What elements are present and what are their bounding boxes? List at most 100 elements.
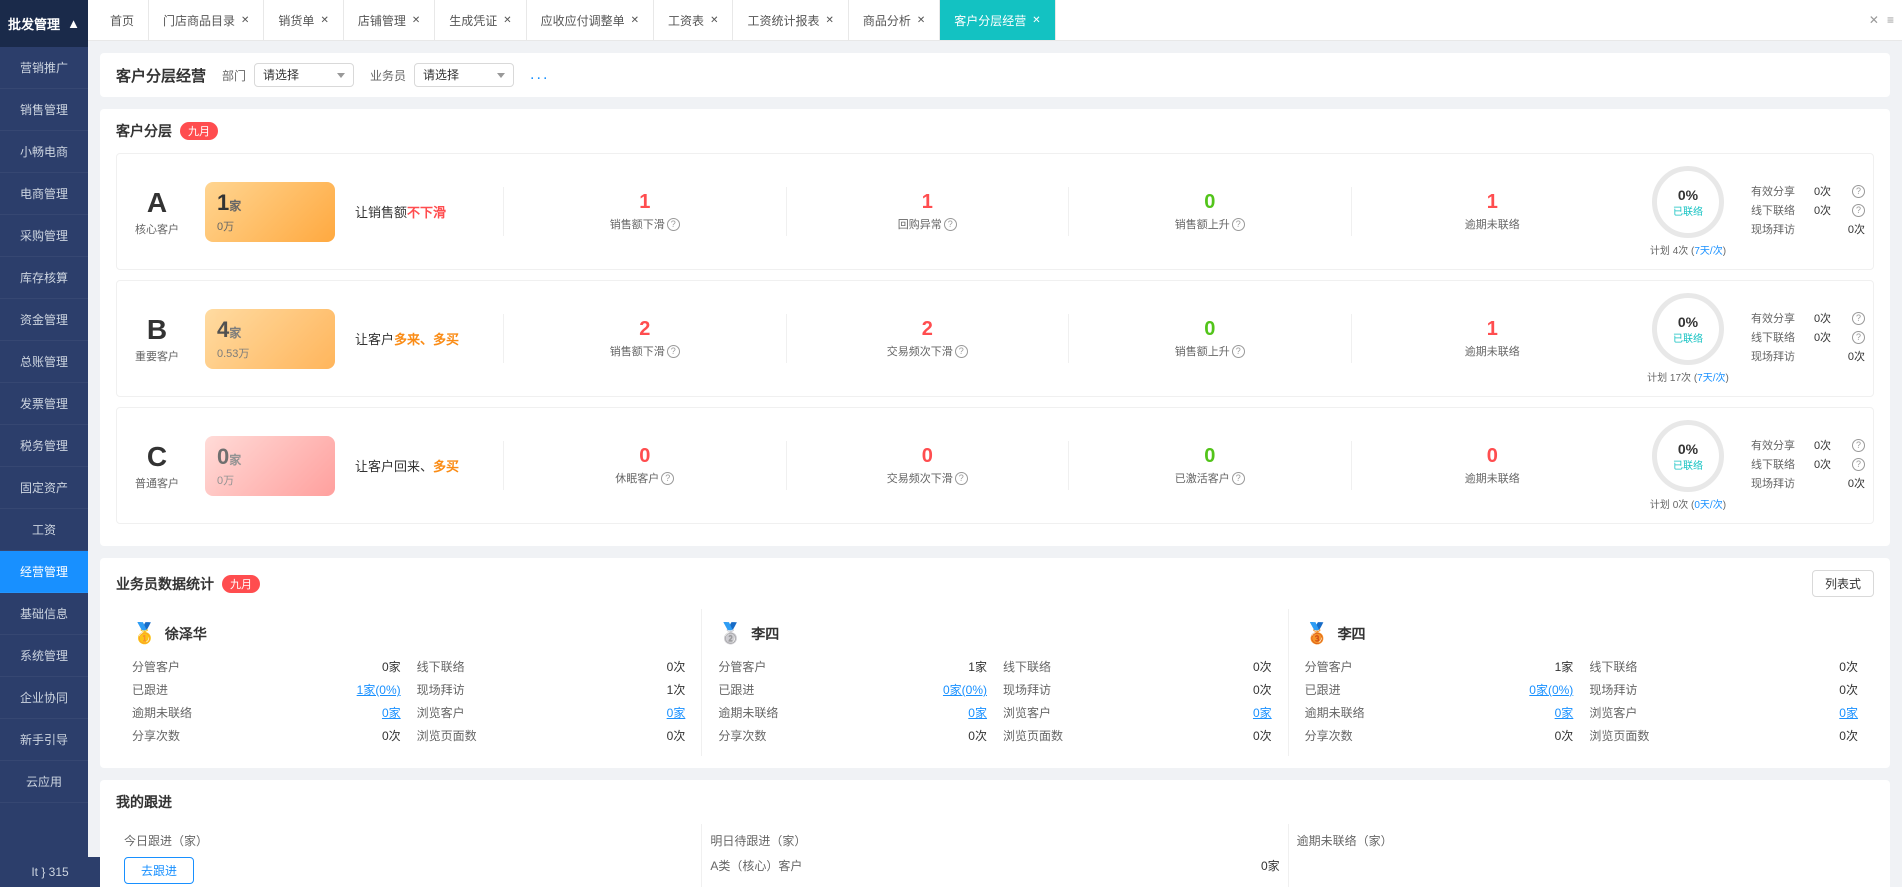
sidebar-toggle-icon[interactable]: ▲ xyxy=(67,16,80,31)
followup-header: 我的跟进 xyxy=(116,792,1874,812)
staff-stat: 浏览客户 0家 xyxy=(1003,704,1272,721)
tab-close-icon[interactable]: ✕ xyxy=(917,15,925,26)
plan-link[interactable]: 0天/次 xyxy=(1694,500,1722,511)
staff-name-row: 🥈李四 xyxy=(718,621,1271,646)
tab-close-icon[interactable]: ✕ xyxy=(710,15,718,26)
sidebar-item-电商管理[interactable]: 电商管理 xyxy=(0,173,88,215)
sidebar-item-小畅电商[interactable]: 小畅电商 xyxy=(0,131,88,173)
tab-工资表[interactable]: 工资表 ✕ xyxy=(654,0,733,40)
tab-店铺管理[interactable]: 店铺管理✕ xyxy=(344,0,435,40)
info-icon[interactable]: ? xyxy=(1232,472,1245,485)
tab-close-icon[interactable]: ✕ xyxy=(631,15,639,26)
sidebar-item-总账管理[interactable]: 总账管理 xyxy=(0,341,88,383)
info-icon[interactable]: ? xyxy=(661,472,674,485)
plan-link[interactable]: 7天/次 xyxy=(1694,246,1722,257)
tier-right-stats-A: 有效分享0次?线下联络0次?现场拜访0次 xyxy=(1743,183,1873,240)
sidebar-item-营销推广[interactable]: 营销推广 xyxy=(0,47,88,89)
sidebar-item-工资[interactable]: 工资 xyxy=(0,509,88,551)
sidebar-item-发票管理[interactable]: 发票管理 xyxy=(0,383,88,425)
tier-slogan-A: 让销售额不下滑 xyxy=(343,202,503,221)
tab-应收应付调整单[interactable]: 应收应付调整单✕ xyxy=(527,0,654,40)
followup-col-title: 明日待跟进（家） xyxy=(710,832,1279,849)
staff-stat-label: 浏览客户 xyxy=(1003,704,1051,721)
sidebar-item-销售管理[interactable]: 销售管理 xyxy=(0,89,88,131)
info-icon[interactable]: ? xyxy=(1852,204,1865,217)
sidebar-item-云应用[interactable]: 云应用 xyxy=(0,761,88,803)
tab-close-icon[interactable]: ✕ xyxy=(320,15,328,26)
sidebar-item-经营管理[interactable]: 经营管理 xyxy=(0,551,88,593)
info-icon[interactable]: ? xyxy=(1852,458,1865,471)
staff-stat-label: 现场拜访 xyxy=(1589,681,1637,698)
tier-circle-area-C: 0% 已联络 计划 0次 (0天/次) xyxy=(1633,420,1743,511)
tab-商品分析[interactable]: 商品分析✕ xyxy=(849,0,940,40)
filter-more-btn[interactable]: ... xyxy=(530,66,549,84)
sidebar-header[interactable]: 批发管理 ▲ xyxy=(0,0,88,47)
list-view-btn[interactable]: 列表式 xyxy=(1812,570,1874,597)
sidebar-item-系统管理[interactable]: 系统管理 xyxy=(0,635,88,677)
staff-stat-val[interactable]: 0家 xyxy=(667,704,686,721)
dept-select[interactable]: 请选择 xyxy=(254,63,354,87)
more-tabs-icon[interactable]: ≡ xyxy=(1887,13,1894,27)
tab-客户分层经营[interactable]: 客户分层经营✕ xyxy=(940,0,1055,40)
info-icon[interactable]: ? xyxy=(1232,345,1245,358)
sidebar-item-固定资产[interactable]: 固定资产 xyxy=(0,467,88,509)
tab-close-icon[interactable]: ✕ xyxy=(825,15,833,26)
followup-go-btn[interactable]: 去跟进 xyxy=(124,857,194,884)
staff-stat-val[interactable]: 0家(0%) xyxy=(943,681,987,698)
info-icon[interactable]: ? xyxy=(955,472,968,485)
staff-stat-val[interactable]: 0家 xyxy=(1253,704,1272,721)
tab-门店商品目录[interactable]: 门店商品目录✕ xyxy=(149,0,264,40)
tab-close-icon[interactable]: ✕ xyxy=(241,15,249,26)
tier-stat-label: 销售额上升? xyxy=(1077,343,1343,359)
staff-medal-icon: 🥈 xyxy=(718,621,743,646)
info-icon[interactable]: ? xyxy=(955,345,968,358)
tab-销货单[interactable]: 销货单✕ xyxy=(264,0,343,40)
sidebar-item-采购管理[interactable]: 采购管理 xyxy=(0,215,88,257)
info-icon[interactable]: ? xyxy=(667,218,680,231)
tab-工资统计报表[interactable]: 工资统计报表✕ xyxy=(733,0,848,40)
tier-label-B: B重要客户 xyxy=(117,314,197,364)
staff-stat-val[interactable]: 0家 xyxy=(382,704,401,721)
staff-stat-val[interactable]: 1家(0%) xyxy=(357,681,401,698)
staff-stat-val[interactable]: 0家(0%) xyxy=(1529,681,1573,698)
close-all-tabs-icon[interactable]: ✕ xyxy=(1869,13,1879,27)
info-icon[interactable]: ? xyxy=(1852,331,1865,344)
tier-stat-item: 1逾期未联络 xyxy=(1351,314,1634,363)
info-icon[interactable]: ? xyxy=(1232,218,1245,231)
tier-circle: 0% 已联络 xyxy=(1652,293,1724,365)
staff-stat-val: 0次 xyxy=(1555,727,1574,744)
tier-slogan-C: 让客户回来、多买 xyxy=(343,456,503,475)
customer-month-badge: 九月 xyxy=(180,122,218,140)
tab-close-icon[interactable]: ✕ xyxy=(412,15,420,26)
sidebar-item-库存核算[interactable]: 库存核算 xyxy=(0,257,88,299)
sidebar-title: 批发管理 xyxy=(8,14,60,33)
info-icon[interactable]: ? xyxy=(1852,185,1865,198)
tier-stat-item: 0休眠客户? xyxy=(503,441,786,490)
tab-close-icon[interactable]: ✕ xyxy=(503,15,511,26)
staff-select[interactable]: 请选择 xyxy=(414,63,514,87)
sidebar-item-新手引导[interactable]: 新手引导 xyxy=(0,719,88,761)
biz-month-badge: 九月 xyxy=(222,575,260,593)
tab-close-icon[interactable]: ✕ xyxy=(1032,15,1040,26)
info-icon[interactable]: ? xyxy=(944,218,957,231)
info-icon[interactable]: ? xyxy=(667,345,680,358)
plan-link[interactable]: 7天/次 xyxy=(1697,373,1725,384)
staff-stat-val[interactable]: 0家 xyxy=(1555,704,1574,721)
tier-stat-num: 2 xyxy=(512,318,778,341)
sidebar-item-税务管理[interactable]: 税务管理 xyxy=(0,425,88,467)
tab-生成凭证[interactable]: 生成凭证✕ xyxy=(435,0,526,40)
staff-stat: 浏览页面数0次 xyxy=(1589,727,1858,744)
staff-stat-label: 逾期未联络 xyxy=(132,704,192,721)
sidebar-item-资金管理[interactable]: 资金管理 xyxy=(0,299,88,341)
tier-circle-pct: 0% xyxy=(1678,441,1698,457)
staff-stat-val[interactable]: 0家 xyxy=(968,704,987,721)
sidebar-item-企业协同[interactable]: 企业协同 xyxy=(0,677,88,719)
info-icon[interactable]: ? xyxy=(1852,312,1865,325)
tier-stat-num: 0 xyxy=(1077,191,1343,214)
tab-label: 工资表 xyxy=(668,12,704,29)
staff-stat-val[interactable]: 0家 xyxy=(1839,704,1858,721)
staff-stat-val: 0家 xyxy=(382,658,401,675)
info-icon[interactable]: ? xyxy=(1852,439,1865,452)
tab-首页[interactable]: 首页 xyxy=(96,0,149,40)
sidebar-item-基础信息[interactable]: 基础信息 xyxy=(0,593,88,635)
